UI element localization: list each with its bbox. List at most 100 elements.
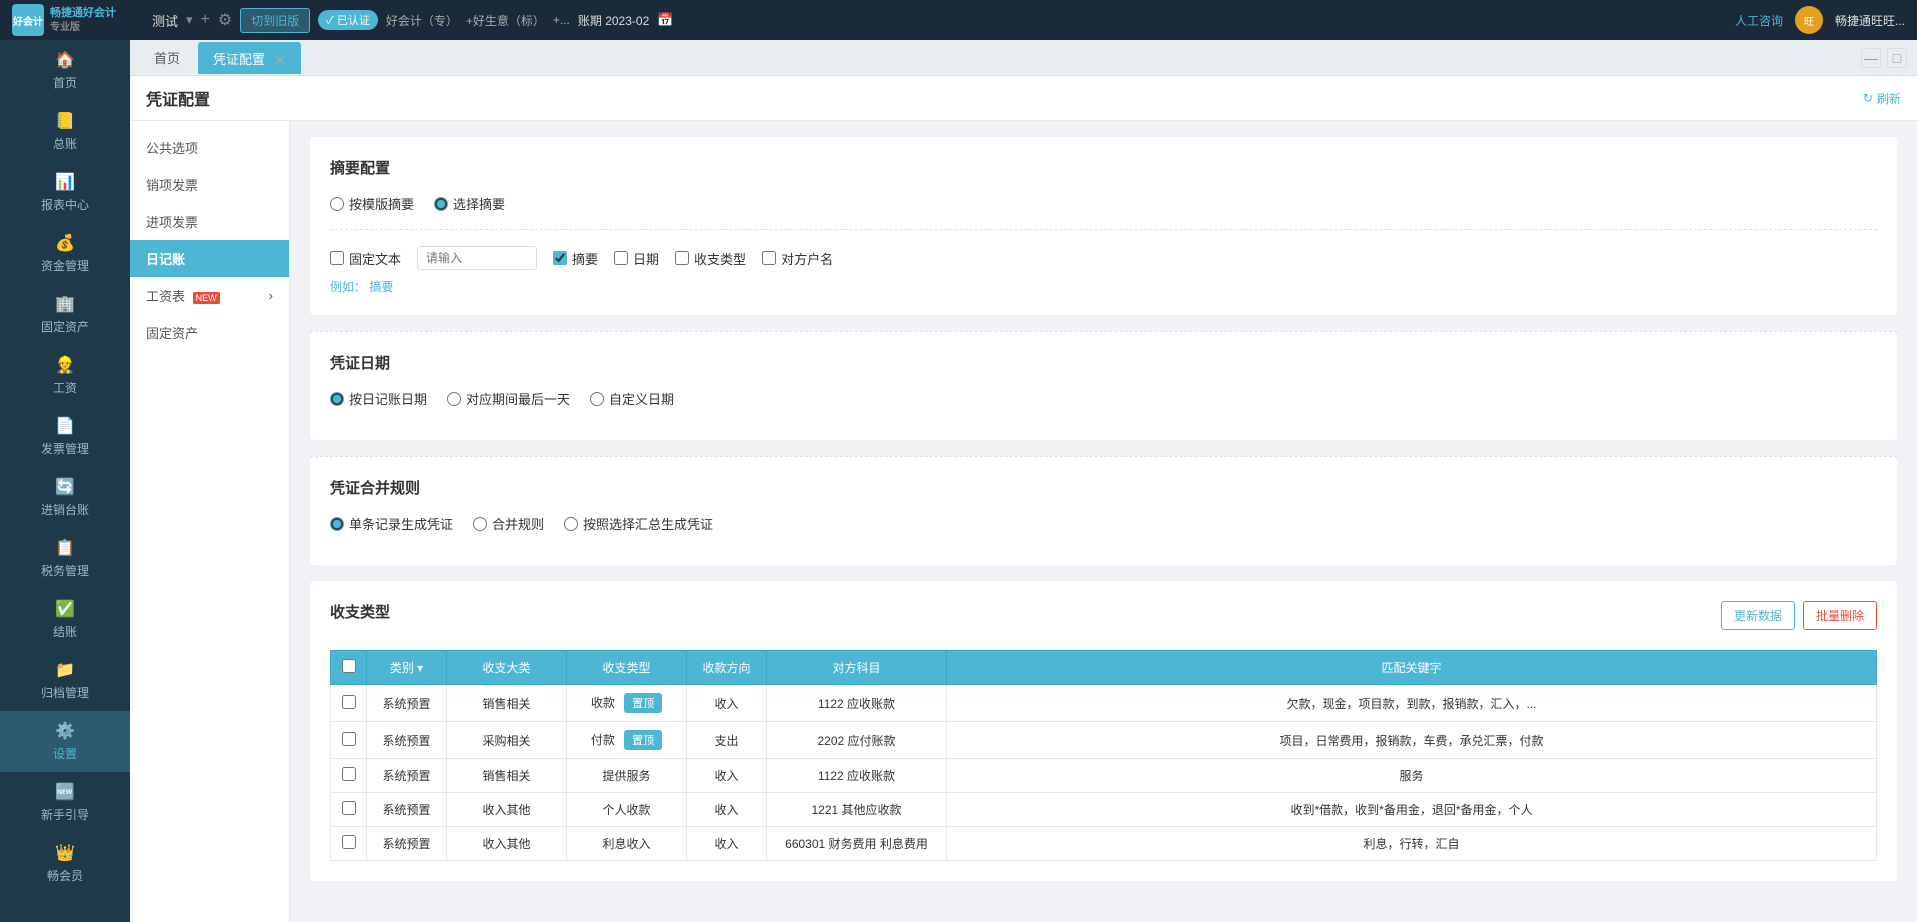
merge-rule-section: 凭证合并规则 单条记录生成凭证 合并规则 按照选择汇总生成凭证 bbox=[310, 457, 1897, 565]
td-main-2: 销售相关 bbox=[447, 759, 567, 793]
help-btn[interactable]: 人工咨询 bbox=[1735, 12, 1783, 29]
tab-home[interactable]: 首页 bbox=[140, 42, 194, 73]
sidebar-item-ledger[interactable]: 📒 总账 bbox=[0, 101, 130, 162]
checkbox-counterparty[interactable]: 对方户名 bbox=[762, 249, 833, 268]
checkbox-income-type[interactable]: 收支类型 bbox=[675, 249, 746, 268]
td-account-2: 1122 应收账款 bbox=[767, 759, 947, 793]
radio-template-label: 按模版摘要 bbox=[349, 194, 414, 213]
left-menu-item-fixed-assets[interactable]: 固定资产 bbox=[130, 314, 289, 351]
funds-icon: 💰 bbox=[55, 233, 75, 253]
batch-delete-btn[interactable]: 批量删除 bbox=[1803, 601, 1877, 630]
th-main-type: 收支大类 bbox=[447, 651, 567, 685]
radio-custom-date[interactable]: 自定义日期 bbox=[590, 389, 674, 408]
sidebar-item-assets[interactable]: 🏢 固定资产 bbox=[0, 284, 130, 345]
td-direction-2: 收入 bbox=[687, 759, 767, 793]
sidebar-item-salary[interactable]: 👷 工资 bbox=[0, 345, 130, 406]
sidebar-item-purchase[interactable]: 🔄 进销台账 bbox=[0, 467, 130, 528]
td-checkbox-0[interactable] bbox=[331, 685, 367, 722]
plus-icon[interactable]: + bbox=[201, 11, 210, 29]
checkbox-fixed-text[interactable]: 固定文本 bbox=[330, 249, 401, 268]
td-checkbox-1[interactable] bbox=[331, 722, 367, 759]
left-menu-item-purchase-invoice[interactable]: 进项发票 bbox=[130, 203, 289, 240]
td-checkbox-4[interactable] bbox=[331, 827, 367, 861]
window-maximize-btn[interactable]: □ bbox=[1887, 48, 1907, 68]
sidebar-item-reports[interactable]: 📊 报表中心 bbox=[0, 162, 130, 223]
select-all-checkbox[interactable] bbox=[342, 659, 356, 673]
user-avatar: 旺 bbox=[1795, 6, 1823, 34]
radio-select-summary[interactable]: 选择摘要 bbox=[434, 194, 505, 213]
td-keywords-2: 服务 bbox=[947, 759, 1877, 793]
chevron-down-icon[interactable]: ▾ bbox=[186, 12, 193, 28]
td-keywords-1: 项目，日常费用，报销款，车费，承兑汇票，付款 bbox=[947, 722, 1877, 759]
td-direction-4: 收入 bbox=[687, 827, 767, 861]
checkbox-summary[interactable]: 摘要 bbox=[553, 249, 598, 268]
sidebar-item-funds[interactable]: 💰 资金管理 bbox=[0, 223, 130, 284]
checkbox-date[interactable]: 日期 bbox=[614, 249, 659, 268]
table-row: 系统预置 销售相关 收款 置顶 收入 1122 应收账款 欠款，现金，项目款，到… bbox=[331, 685, 1877, 722]
top-bar-right: 人工咨询 旺 畅捷通旺旺... bbox=[1735, 6, 1905, 34]
guide-icon: 🆕 bbox=[55, 782, 75, 802]
td-category-2: 系统预置 bbox=[367, 759, 447, 793]
tab-close-icon[interactable]: ✕ bbox=[275, 52, 286, 67]
sidebar-item-member[interactable]: 👑 畅会员 bbox=[0, 833, 130, 894]
sidebar-item-invoice[interactable]: 📄 发票管理 bbox=[0, 406, 130, 467]
fixed-text-input[interactable] bbox=[417, 246, 537, 270]
td-checkbox-3[interactable] bbox=[331, 793, 367, 827]
th-checkbox[interactable] bbox=[331, 651, 367, 685]
salary-icon: 👷 bbox=[55, 355, 75, 375]
left-menu-item-journal[interactable]: 日记账 bbox=[130, 240, 289, 277]
calendar-icon[interactable]: 📅 bbox=[657, 12, 673, 28]
td-direction-0: 收入 bbox=[687, 685, 767, 722]
radio-journal-date[interactable]: 按日记账日期 bbox=[330, 389, 427, 408]
td-checkbox-2[interactable] bbox=[331, 759, 367, 793]
table-row: 系统预置 收入其他 个人收款 收入 1221 其他应收款 收到*借款，收到*备用… bbox=[331, 793, 1877, 827]
purchase-icon: 🔄 bbox=[55, 477, 75, 497]
gear-icon[interactable]: ⚙ bbox=[218, 10, 232, 30]
refresh-btn[interactable]: ↻ 刷新 bbox=[1863, 90, 1901, 107]
tag-btn-0[interactable]: 置顶 bbox=[624, 693, 662, 713]
checkbox-date-label: 日期 bbox=[633, 249, 659, 268]
sidebar-label-closing: 结账 bbox=[53, 623, 77, 640]
left-menu-item-public[interactable]: 公共选项 bbox=[130, 129, 289, 166]
td-keywords-0: 欠款，现金，项目款，到款，报销款，汇入，... bbox=[947, 685, 1877, 722]
radio-single-record[interactable]: 单条记录生成凭证 bbox=[330, 514, 453, 533]
test-name-label: 测试 bbox=[152, 11, 178, 30]
good-biz-label: +好生意（标） bbox=[466, 12, 545, 29]
update-data-btn[interactable]: 更新数据 bbox=[1721, 601, 1795, 630]
good-accounting-label: 好会计（专） bbox=[386, 12, 458, 29]
radio-last-day[interactable]: 对应期间最后一天 bbox=[447, 389, 570, 408]
voucher-date-section: 凭证日期 按日记账日期 对应期间最后一天 自定义日期 bbox=[310, 332, 1897, 440]
sidebar-item-archive[interactable]: 📁 归档管理 bbox=[0, 650, 130, 711]
td-main-3: 收入其他 bbox=[447, 793, 567, 827]
tab-voucher-config[interactable]: 凭证配置 ✕ bbox=[198, 42, 301, 74]
sidebar-item-closing[interactable]: ✅ 结账 bbox=[0, 589, 130, 650]
window-minimize-btn[interactable]: — bbox=[1861, 48, 1881, 68]
sidebar-item-settings[interactable]: ⚙️ 设置 bbox=[0, 711, 130, 772]
closing-icon: ✅ bbox=[55, 599, 75, 619]
td-sub-0: 收款 置顶 bbox=[567, 685, 687, 722]
sidebar-label-tax: 税务管理 bbox=[41, 562, 89, 579]
sidebar-item-guide[interactable]: 🆕 新手引导 bbox=[0, 772, 130, 833]
td-account-3: 1221 其他应收款 bbox=[767, 793, 947, 827]
radio-merge-rule[interactable]: 合并规则 bbox=[473, 514, 544, 533]
checkbox-fixed-text-label: 固定文本 bbox=[349, 249, 401, 268]
radio-single-label: 单条记录生成凭证 bbox=[349, 514, 453, 533]
username-label: 畅捷通旺旺... bbox=[1835, 12, 1905, 29]
table-actions: 更新数据 批量删除 bbox=[1721, 601, 1877, 630]
archive-icon: 📁 bbox=[55, 660, 75, 680]
radio-summary-generate[interactable]: 按照选择汇总生成凭证 bbox=[564, 514, 713, 533]
td-direction-3: 收入 bbox=[687, 793, 767, 827]
th-category: 类别 ▾ bbox=[367, 651, 447, 685]
sidebar-item-home[interactable]: 🏠 首页 bbox=[0, 40, 130, 101]
left-menu-item-salary-table[interactable]: 工资表 NEW › bbox=[130, 277, 289, 314]
summary-section: 摘要配置 按模版摘要 选择摘要 bbox=[310, 137, 1897, 315]
summary-radio-group: 按模版摘要 选择摘要 bbox=[330, 194, 1877, 213]
sidebar-label-member: 畅会员 bbox=[47, 867, 83, 884]
sidebar-label-settings: 设置 bbox=[53, 745, 77, 762]
tag-btn-1[interactable]: 置顶 bbox=[624, 730, 662, 750]
switch-version-btn[interactable]: 切到旧版 bbox=[240, 8, 310, 33]
radio-template-summary[interactable]: 按模版摘要 bbox=[330, 194, 414, 213]
example-text: 例如： 摘要 bbox=[330, 278, 1877, 295]
sidebar-item-tax[interactable]: 📋 税务管理 bbox=[0, 528, 130, 589]
left-menu-item-sales-invoice[interactable]: 销项发票 bbox=[130, 166, 289, 203]
